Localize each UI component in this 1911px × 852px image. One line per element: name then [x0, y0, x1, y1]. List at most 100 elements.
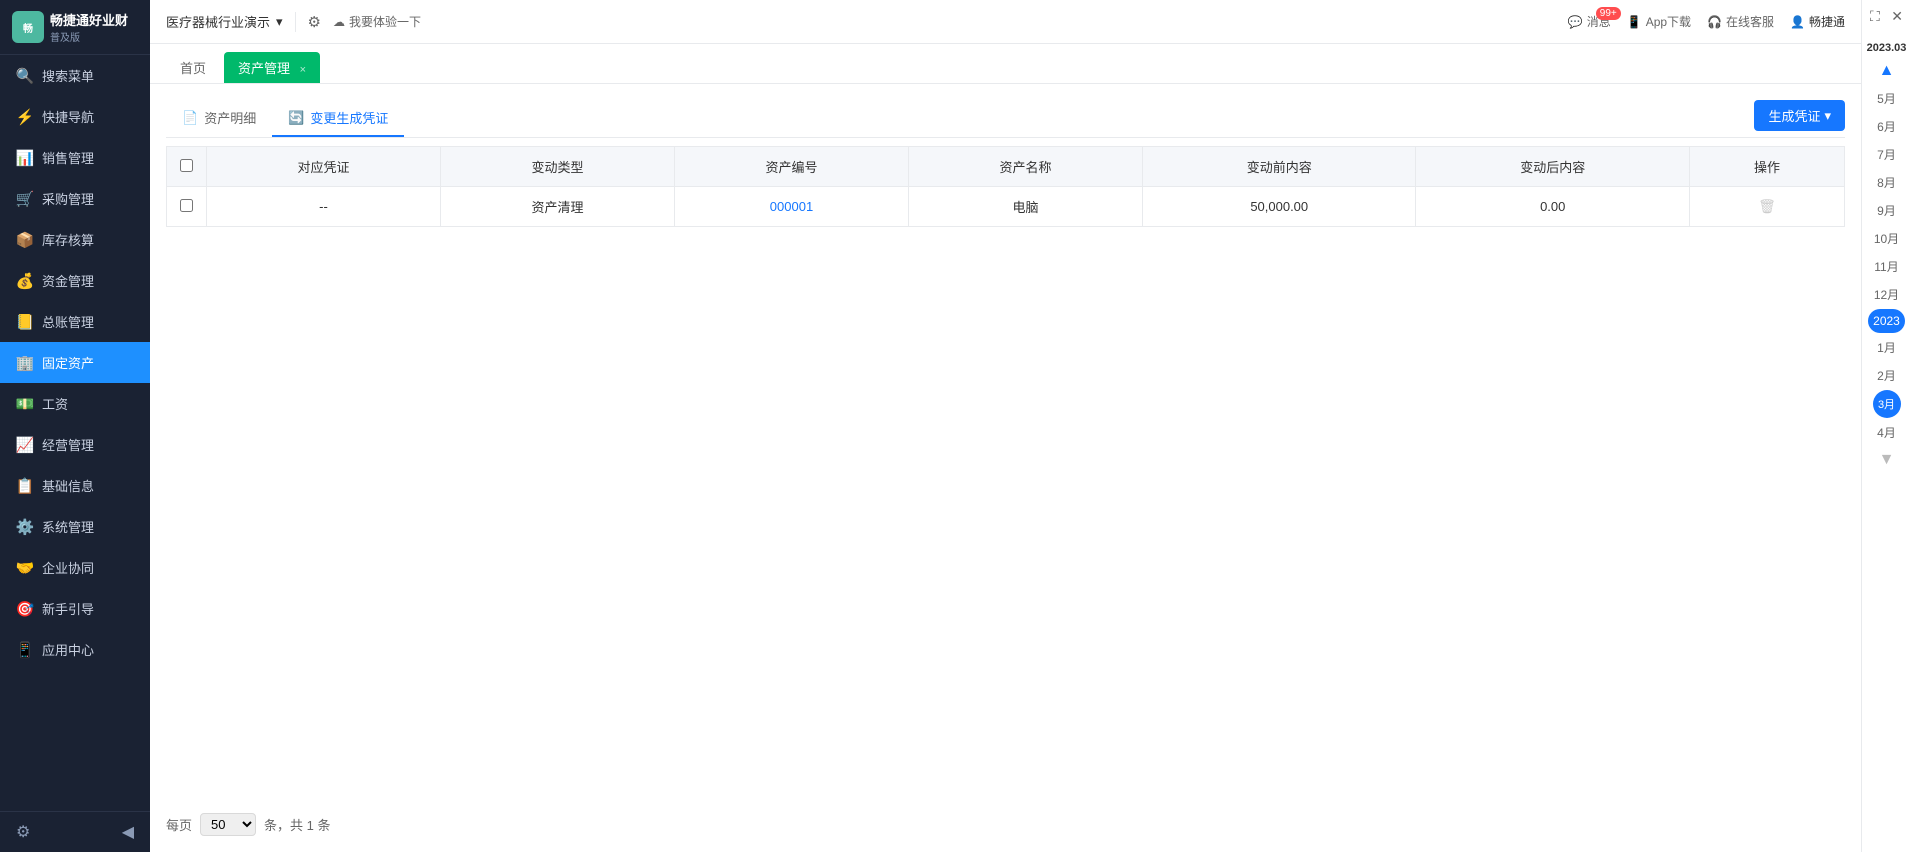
- experience-button[interactable]: ☁ 我要体验一下: [333, 13, 421, 30]
- change-voucher-tab[interactable]: 🔄 变更生成凭证: [272, 100, 404, 137]
- month-4[interactable]: 4月: [1868, 419, 1905, 446]
- row-checkbox-0[interactable]: [180, 199, 193, 212]
- gear-icon[interactable]: ⚙: [308, 13, 321, 31]
- sidebar-bottom: ⚙ ◀: [0, 811, 150, 852]
- row-before-content: 50,000.00: [1143, 187, 1416, 227]
- sidebar-item-fixed-assets[interactable]: 🏢 固定资产: [0, 342, 150, 383]
- service-icon: 🎧: [1707, 15, 1722, 29]
- user-menu[interactable]: 👤 畅捷通: [1790, 13, 1845, 30]
- row-checkbox-cell: [167, 187, 207, 227]
- funds-icon: 💰: [16, 272, 34, 290]
- experience-label: 我要体验一下: [349, 13, 421, 30]
- right-panel-expand-icon[interactable]: ⛶: [1870, 8, 1880, 25]
- app-center-icon: 📱: [16, 641, 34, 659]
- data-table-wrapper: 对应凭证 变动类型 资产编号 资产名称 变动前内容 变动后内容 操作 -- 资产…: [166, 146, 1845, 227]
- system-icon: ⚙️: [16, 518, 34, 536]
- row-voucher: --: [207, 187, 441, 227]
- app-download-label: App下载: [1646, 13, 1691, 30]
- sales-icon: 📊: [16, 149, 34, 167]
- page-size-select[interactable]: 50 10 20 100: [200, 813, 256, 836]
- username-label: 畅捷通: [1809, 13, 1845, 30]
- month-3-active[interactable]: 3月: [1873, 390, 1901, 418]
- collapse-icon[interactable]: ◀: [122, 822, 134, 842]
- table-row: -- 资产清理 000001 电脑 50,000.00 0.00 🗑: [167, 187, 1845, 227]
- app-logo-text: 畅捷通好业财 普及版: [50, 10, 128, 44]
- main-content: 医疗器械行业演示 ▾ ⚙ ☁ 我要体验一下 💬 消息 99+ 📱 App下载 🎧…: [150, 0, 1861, 852]
- experience-icon: ☁: [333, 15, 345, 29]
- operations-label: 经营管理: [42, 435, 94, 454]
- sidebar-item-quick-nav[interactable]: ⚡ 快捷导航: [0, 96, 150, 137]
- month-2[interactable]: 2月: [1868, 362, 1905, 389]
- general-ledger-icon: 📒: [16, 313, 34, 331]
- operations-icon: 📈: [16, 436, 34, 454]
- delete-icon[interactable]: 🗑: [1758, 198, 1776, 214]
- sidebar-item-guide[interactable]: 🎯 新手引导: [0, 588, 150, 629]
- row-asset-name: 电脑: [909, 187, 1143, 227]
- sidebar-item-general-ledger[interactable]: 📒 总账管理: [0, 301, 150, 342]
- basic-info-icon: 📋: [16, 477, 34, 495]
- online-service-button[interactable]: 🎧 在线客服: [1707, 13, 1774, 30]
- asset-management-tab[interactable]: 资产管理 ×: [224, 52, 320, 83]
- row-change-type: 资产清理: [441, 187, 675, 227]
- purchase-icon: 🛒: [16, 190, 34, 208]
- settings-icon[interactable]: ⚙: [16, 822, 30, 842]
- funds-label: 资金管理: [42, 271, 94, 290]
- sidebar-item-operations[interactable]: 📈 经营管理: [0, 424, 150, 465]
- sidebar-item-inventory[interactable]: 📦 库存核算: [0, 219, 150, 260]
- panel-scroll-up[interactable]: ▲: [1862, 58, 1911, 84]
- pagination: 每页 50 10 20 100 条，共 1 条: [166, 813, 330, 836]
- right-panel-close-icon[interactable]: ✕: [1891, 8, 1903, 25]
- user-avatar-icon: 👤: [1790, 15, 1805, 29]
- generate-label: 生成凭证: [1768, 106, 1820, 125]
- sidebar-item-salary[interactable]: 💵 工资: [0, 383, 150, 424]
- change-voucher-label: 变更生成凭证: [310, 108, 388, 127]
- table-header-checkbox: [167, 147, 207, 187]
- table-body: -- 资产清理 000001 电脑 50,000.00 0.00 🗑: [167, 187, 1845, 227]
- sub-tabs: 📄 资产明细 🔄 变更生成凭证: [166, 100, 1845, 138]
- fixed-assets-icon: 🏢: [16, 354, 34, 372]
- change-voucher-icon: 🔄: [288, 110, 304, 126]
- month-11[interactable]: 11月: [1868, 253, 1905, 280]
- service-label: 在线客服: [1726, 13, 1774, 30]
- month-5[interactable]: 5月: [1868, 85, 1905, 112]
- asset-detail-tab[interactable]: 📄 资产明细: [166, 100, 272, 137]
- sidebar-item-basic-info[interactable]: 📋 基础信息: [0, 465, 150, 506]
- app-version: 普及版: [50, 29, 128, 44]
- app-center-label: 应用中心: [42, 640, 94, 659]
- sidebar-item-purchase[interactable]: 🛒 采购管理: [0, 178, 150, 219]
- message-button[interactable]: 💬 消息 99+: [1568, 13, 1611, 30]
- data-table: 对应凭证 变动类型 资产编号 资产名称 变动前内容 变动后内容 操作 -- 资产…: [166, 146, 1845, 227]
- search-label: 搜索菜单: [42, 66, 94, 85]
- sidebar-item-funds[interactable]: 💰 资金管理: [0, 260, 150, 301]
- panel-scroll-down[interactable]: ▼: [1862, 447, 1911, 473]
- home-tab[interactable]: 首页: [166, 52, 220, 83]
- sidebar-item-search[interactable]: 🔍 搜索菜单: [0, 55, 150, 96]
- month-10[interactable]: 10月: [1868, 225, 1905, 252]
- select-all-checkbox[interactable]: [180, 159, 193, 172]
- month-12[interactable]: 12月: [1868, 281, 1905, 308]
- month-6[interactable]: 6月: [1868, 113, 1905, 140]
- month-9[interactable]: 9月: [1868, 197, 1905, 224]
- month-7[interactable]: 7月: [1868, 141, 1905, 168]
- month-8[interactable]: 8月: [1868, 169, 1905, 196]
- quick-nav-label: 快捷导航: [42, 107, 94, 126]
- enterprise-icon: 🤝: [16, 559, 34, 577]
- year-2023-badge[interactable]: 2023: [1868, 309, 1905, 333]
- topbar-right: 💬 消息 99+ 📱 App下载 🎧 在线客服 👤 畅捷通: [1568, 13, 1845, 30]
- sidebar: 畅 畅捷通好业财 普及版 🔍 搜索菜单 ⚡ 快捷导航 📊 销售管理 🛒 采购管理…: [0, 0, 150, 852]
- tab-close-icon[interactable]: ×: [300, 64, 306, 76]
- col-header-asset-no: 资产编号: [675, 147, 909, 187]
- month-1[interactable]: 1月: [1868, 334, 1905, 361]
- col-header-change-type: 变动类型: [441, 147, 675, 187]
- system-label: 系统管理: [42, 517, 94, 536]
- sidebar-item-system[interactable]: ⚙️ 系统管理: [0, 506, 150, 547]
- generate-voucher-button[interactable]: 生成凭证 ▾: [1754, 100, 1845, 131]
- inventory-label: 库存核算: [42, 230, 94, 249]
- sidebar-item-app-center[interactable]: 📱 应用中心: [0, 629, 150, 670]
- sidebar-item-sales[interactable]: 📊 销售管理: [0, 137, 150, 178]
- asset-tab-label: 资产管理: [238, 61, 290, 76]
- table-header-row: 对应凭证 变动类型 资产编号 资产名称 变动前内容 变动后内容 操作: [167, 147, 1845, 187]
- company-selector[interactable]: 医疗器械行业演示 ▾: [166, 12, 283, 31]
- app-download-button[interactable]: 📱 App下载: [1627, 13, 1691, 30]
- sidebar-item-enterprise[interactable]: 🤝 企业协同: [0, 547, 150, 588]
